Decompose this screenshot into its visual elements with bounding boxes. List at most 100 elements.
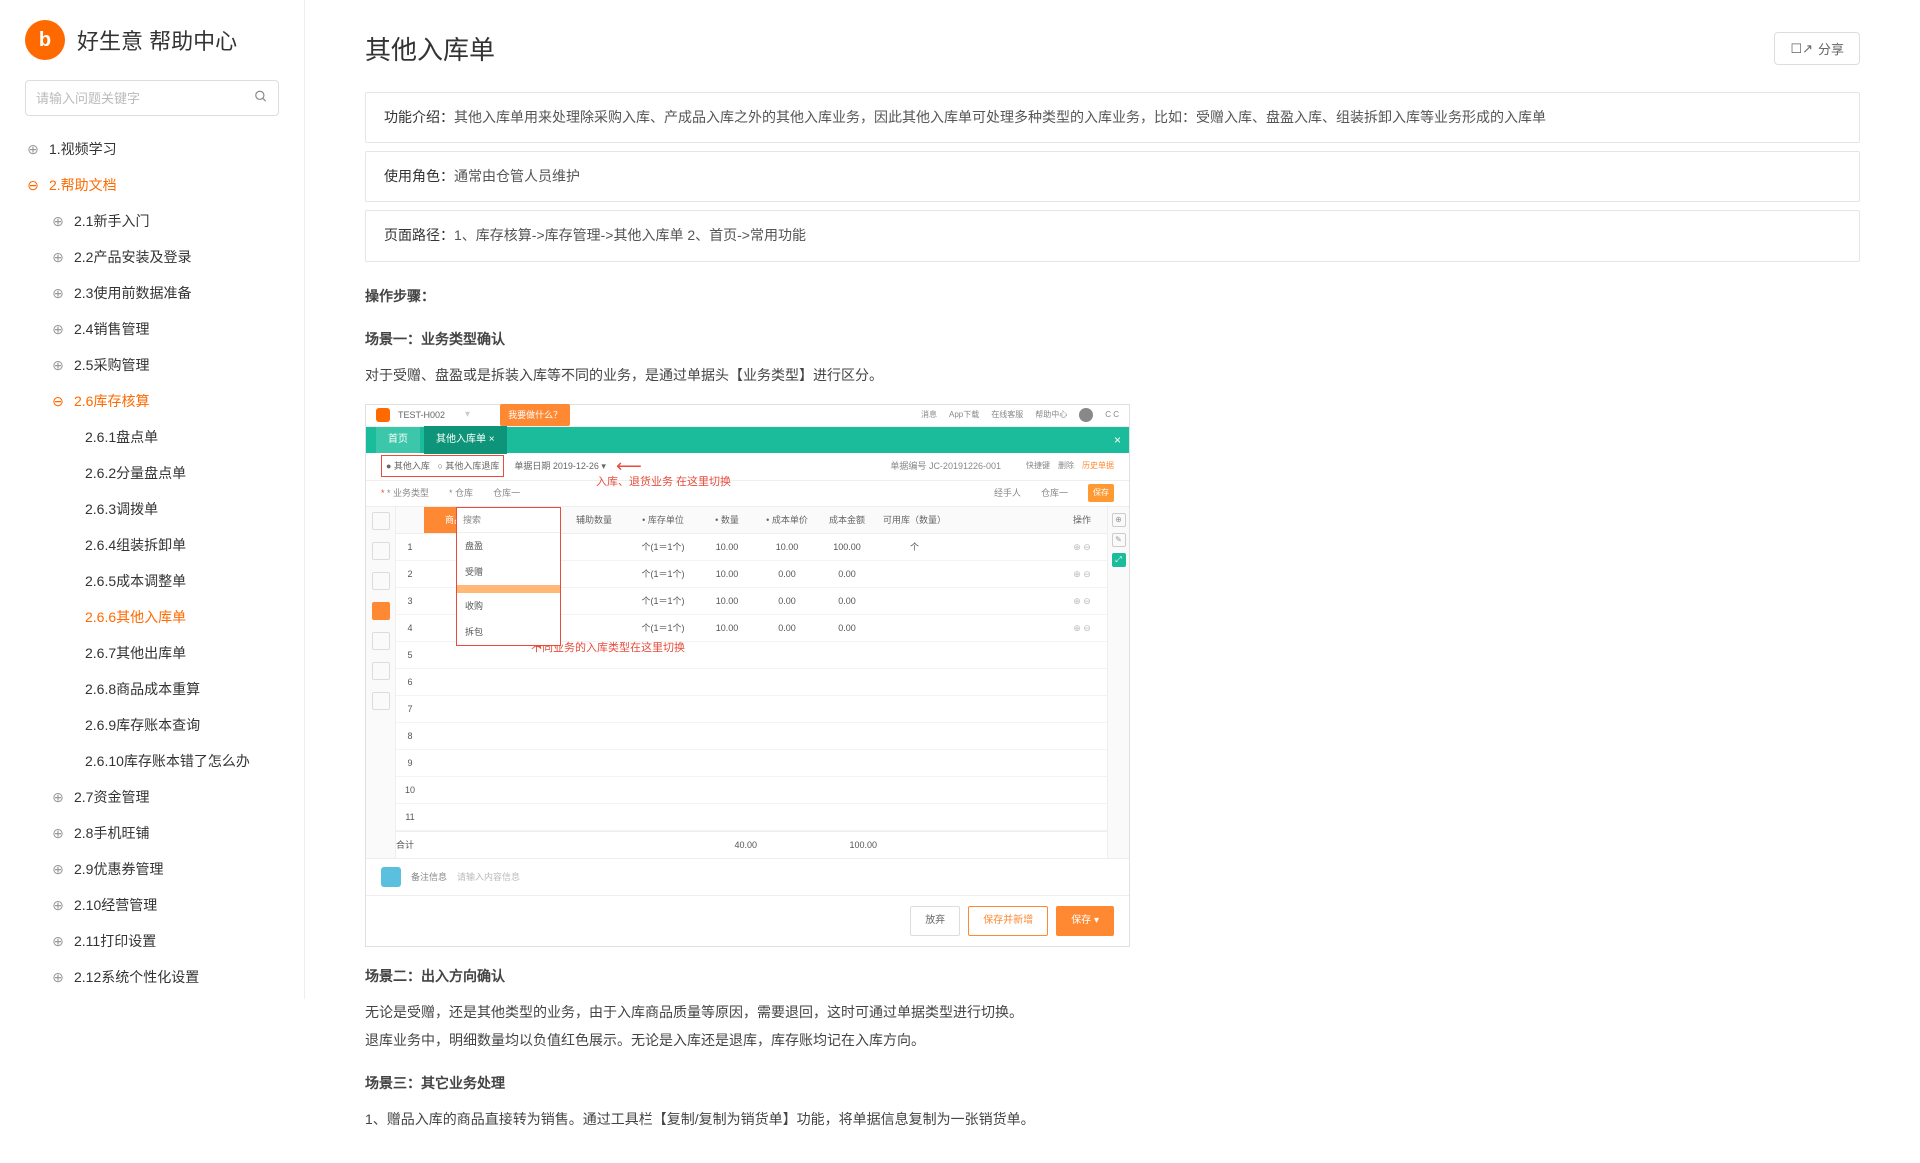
ss-save-btn: 保存 ▾ — [1056, 906, 1114, 936]
ss-annotation-1: 入库、退货业务 在这里切换 — [596, 471, 731, 493]
intro-box: 功能介绍：其他入库单用来处理除采购入库、产成品入库之外的其他入库业务，因此其他入… — [365, 92, 1860, 143]
nav-2-7[interactable]: ⊕2.7资金管理 — [10, 779, 294, 815]
brand-title: 好生意 帮助中心 — [77, 24, 237, 56]
ss-top-right: 消息 App下载 在线客服 帮助中心 C C — [921, 407, 1119, 423]
plus-icon: ⊕ — [50, 249, 66, 265]
nav-2-6-1[interactable]: 2.6.1盘点单 — [10, 419, 294, 455]
nav-2-6-2[interactable]: 2.6.2分量盘点单 — [10, 455, 294, 491]
ss-tabbar: 首页 其他入库单 × × — [366, 427, 1129, 453]
search-input[interactable] — [26, 81, 278, 115]
logo-icon: b — [25, 20, 65, 60]
intro-label: 功能介绍： — [384, 109, 454, 125]
scene2-title: 场景二：出入方向确认 — [365, 962, 1860, 990]
scene2-text2: 退库业务中，明细数量均以负值红色展示。无论是入库还是退库，库存账均记在入库方向。 — [365, 1026, 1860, 1054]
plus-icon: ⊕ — [50, 861, 66, 877]
remark-icon — [381, 867, 401, 887]
intro-text: 其他入库单用来处理除采购入库、产成品入库之外的其他入库业务，因此其他入库单可处理… — [454, 109, 1546, 125]
ss-tab-home: 首页 — [376, 426, 420, 454]
scene1-text: 对于受赠、盘盈或是拆装入库等不同的业务，是通过单据头【业务类型】进行区分。 — [365, 361, 1860, 389]
nav-2-6-5[interactable]: 2.6.5成本调整单 — [10, 563, 294, 599]
nav-icon — [372, 692, 390, 710]
nav-icon — [372, 632, 390, 650]
page-title: 其他入库单 — [365, 30, 495, 67]
nav-icon — [372, 662, 390, 680]
nav-2-3[interactable]: ⊕2.3使用前数据准备 — [10, 275, 294, 311]
nav-2-11[interactable]: ⊕2.11打印设置 — [10, 923, 294, 959]
role-box: 使用角色：通常由仓管人员维护 — [365, 151, 1860, 202]
ss-filter-row2: * * 业务类型 * 仓库仓库一 经手人仓库一 保存 — [366, 481, 1129, 507]
ss-right-tools: ⊕ ✎ ⤢ — [1107, 507, 1129, 858]
ss-tab-current: 其他入库单 × — [424, 426, 507, 454]
nav-icon — [372, 542, 390, 560]
plus-icon: ⊕ — [50, 825, 66, 841]
ss-save-new-btn: 保存并新增 — [968, 906, 1048, 936]
nav-2-6-9[interactable]: 2.6.9库存账本查询 — [10, 707, 294, 743]
ss-filter-row1: ● 其他入库 ○ 其他入库退库 单据日期 2019-12-26 ▾ ⟵ 入库、退… — [366, 453, 1129, 481]
nav-2-6-10[interactable]: 2.6.10库存账本错了怎么办 — [10, 743, 294, 779]
nav-2-9[interactable]: ⊕2.9优惠券管理 — [10, 851, 294, 887]
ss-account: TEST-H002 — [398, 406, 445, 424]
nav-2-2[interactable]: ⊕2.2产品安装及登录 — [10, 239, 294, 275]
nav-docs[interactable]: ⊖2.帮助文档 — [10, 167, 294, 203]
nav-2-8[interactable]: ⊕2.8手机旺铺 — [10, 815, 294, 851]
tool-icon: ⊕ — [1112, 513, 1126, 527]
nav-video[interactable]: ⊕1.视频学习 — [10, 131, 294, 167]
path-box: 页面路径：1、库存核算->库存管理->其他入库单 2、首页->常用功能 — [365, 210, 1860, 261]
nav-2-6-3[interactable]: 2.6.3调拨单 — [10, 491, 294, 527]
tool-icon: ⤢ — [1112, 553, 1126, 567]
plus-icon: ⊕ — [50, 213, 66, 229]
ss-date: 单据日期 2019-12-26 ▾ — [514, 457, 606, 475]
nav-tree: ⊕1.视频学习 ⊖2.帮助文档 ⊕2.1新手入门 ⊕2.2产品安装及登录 ⊕2.… — [0, 131, 304, 999]
ss-topbar: TEST-H002 ▾ 我要做什么？ 消息 App下载 在线客服 帮助中心 C … — [366, 405, 1129, 427]
plus-icon: ⊕ — [50, 357, 66, 373]
ss-biztype-dropdown: 搜索 盘盈 受赠 收购 拆包 — [456, 507, 561, 646]
plus-icon: ⊕ — [50, 285, 66, 301]
steps-label: 操作步骤： — [365, 282, 1860, 310]
ss-cancel-btn: 放弃 — [910, 906, 960, 936]
role-label: 使用角色： — [384, 168, 454, 184]
search-box[interactable] — [25, 80, 279, 116]
article-body: 操作步骤： 场景一：业务类型确认 对于受赠、盘盈或是拆装入库等不同的业务，是通过… — [365, 282, 1860, 1133]
scene2-text1: 无论是受赠，还是其他类型的业务，由于入库商品质量等原因，需要退回，这时可通过单据… — [365, 998, 1860, 1026]
nav-2-6[interactable]: ⊖2.6库存核算 — [10, 383, 294, 419]
nav-2-13[interactable]: ⊕2.13在线支付 — [10, 995, 294, 999]
main-content: 其他入库单 ☐↗ 分享 功能介绍：其他入库单用来处理除采购入库、产成品入库之外的… — [305, 0, 1920, 1163]
scene3-title: 场景三：其它业务处理 — [365, 1069, 1860, 1097]
share-button[interactable]: ☐↗ 分享 — [1774, 32, 1860, 65]
nav-2-6-8[interactable]: 2.6.8商品成本重算 — [10, 671, 294, 707]
plus-icon: ⊕ — [50, 321, 66, 337]
ss-sum-row: 合计 40.00100.00 — [396, 831, 1107, 858]
nav-2-6-4[interactable]: 2.6.4组装拆卸单 — [10, 527, 294, 563]
nav-2-12[interactable]: ⊕2.12系统个性化设置 — [10, 959, 294, 995]
nav-2-4[interactable]: ⊕2.4销售管理 — [10, 311, 294, 347]
ss-table: 搜索 盘盈 受赠 收购 拆包 不同业务的入库类型在这里切换 商品 商品编号辅助数… — [396, 507, 1107, 858]
tool-icon: ✎ — [1112, 533, 1126, 547]
nav-2-10[interactable]: ⊕2.10经营管理 — [10, 887, 294, 923]
ss-save-badge: 保存 — [1088, 484, 1114, 502]
nav-2-5[interactable]: ⊕2.5采购管理 — [10, 347, 294, 383]
ss-type-redbox: ● 其他入库 ○ 其他入库退库 — [381, 455, 504, 477]
scene3-text: 1、赠品入库的商品直接转为销售。通过工具栏【复制/复制为销货单】功能，将单据信息… — [365, 1105, 1860, 1133]
search-icon[interactable] — [254, 90, 268, 107]
ss-logo-icon — [376, 408, 390, 422]
sidebar: b 好生意 帮助中心 ⊕1.视频学习 ⊖2.帮助文档 ⊕2.1新手入门 ⊕2.2… — [0, 0, 305, 999]
share-icon: ☐↗ — [1790, 41, 1813, 57]
nav-2-6-6[interactable]: 2.6.6其他入库单 — [10, 599, 294, 635]
nav-icon — [372, 572, 390, 590]
close-icon: × — [1114, 428, 1121, 452]
avatar-icon — [1079, 408, 1093, 422]
embedded-screenshot: TEST-H002 ▾ 我要做什么？ 消息 App下载 在线客服 帮助中心 C … — [365, 404, 1130, 947]
ss-top-button: 我要做什么？ — [500, 404, 570, 426]
path-text: 1、库存核算->库存管理->其他入库单 2、首页->常用功能 — [454, 227, 806, 243]
role-text: 通常由仓管人员维护 — [454, 168, 580, 184]
ss-table-area: 搜索 盘盈 受赠 收购 拆包 不同业务的入库类型在这里切换 商品 商品编号辅助数… — [366, 507, 1129, 858]
minus-icon: ⊖ — [50, 393, 66, 409]
nav-icon — [372, 602, 390, 620]
nav-2-6-7[interactable]: 2.6.7其他出库单 — [10, 635, 294, 671]
brand-area: b 好生意 帮助中心 — [0, 20, 304, 80]
ss-footer: 放弃 保存并新增 保存 ▾ — [366, 895, 1129, 946]
plus-icon: ⊕ — [50, 933, 66, 949]
nav-2-1[interactable]: ⊕2.1新手入门 — [10, 203, 294, 239]
ss-left-nav — [366, 507, 396, 858]
ss-remark: 备注信息 请输入内容信息 — [366, 858, 1129, 895]
